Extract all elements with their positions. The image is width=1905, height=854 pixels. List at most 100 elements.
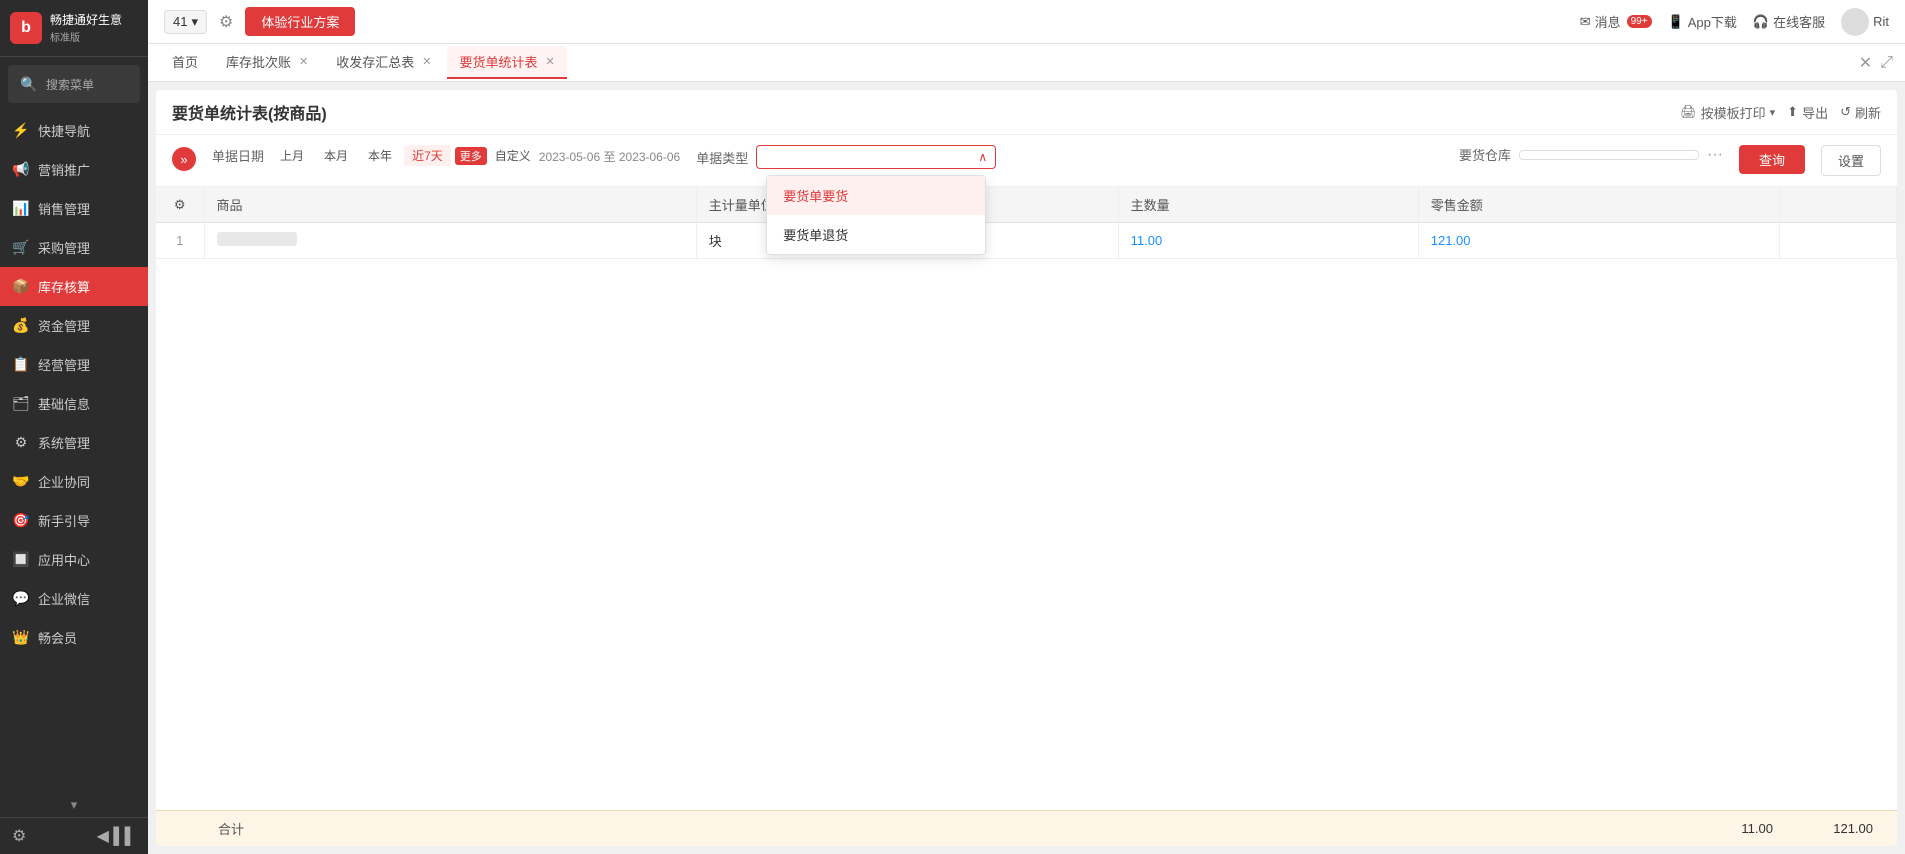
- tab-receive-summary-close[interactable]: ✕: [422, 55, 431, 68]
- sidebar-search[interactable]: 🔍 搜索菜单: [8, 65, 140, 103]
- operations-icon: 📋: [12, 356, 30, 374]
- customer-service-item[interactable]: 🎧 在线客服: [1753, 12, 1825, 31]
- user-item[interactable]: Rit: [1841, 8, 1889, 36]
- sidebar-item-wechat[interactable]: 💬 企业微信: [0, 579, 148, 618]
- app-download-item[interactable]: 📱 App下载: [1668, 12, 1737, 31]
- warehouse-select[interactable]: [1519, 150, 1699, 160]
- sidebar-search-label: 搜索菜单: [46, 76, 94, 93]
- app-center-icon: 🔲: [12, 551, 30, 569]
- sidebar-settings-icon[interactable]: ⚙: [12, 826, 26, 846]
- sidebar-item-label: 企业微信: [38, 589, 90, 608]
- warehouse-filter-group: 要货仓库 ···: [1459, 145, 1723, 164]
- sidebar-item-label: 营销推广: [38, 160, 90, 179]
- sidebar-item-marketing[interactable]: 📢 营销推广: [0, 150, 148, 189]
- export-label: 导出: [1802, 103, 1828, 122]
- shortcut-this-month[interactable]: 本月: [316, 145, 356, 166]
- tab-home[interactable]: 首页: [160, 46, 210, 79]
- sidebar-item-guide[interactable]: 🎯 新手引导: [0, 501, 148, 540]
- row-amount: 121.00: [1418, 223, 1779, 259]
- dropdown-item-0[interactable]: 要货单要货: [767, 176, 985, 215]
- sidebar-item-base[interactable]: 🗂 基础信息: [0, 384, 148, 423]
- table-header-row: ⚙ 商品 主计量单位 主数量 零售金额: [156, 187, 1897, 223]
- refresh-icon: ↺: [1840, 104, 1851, 120]
- tab-batch-account-close[interactable]: ✕: [299, 55, 308, 68]
- company-dropdown-icon: ▾: [191, 14, 198, 30]
- type-dropdown: 要货单要货 要货单退货: [766, 175, 986, 255]
- shortcut-this-year[interactable]: 本年: [360, 145, 400, 166]
- finance-icon: 💰: [12, 317, 30, 335]
- page-actions: 🖨 按模板打印 ▾ ⬆ 导出 ↺ 刷新: [1680, 103, 1881, 122]
- custom-date-button[interactable]: 自定义: [495, 147, 531, 164]
- purchase-icon: 🛒: [12, 239, 30, 257]
- settings-button[interactable]: 设置: [1821, 145, 1881, 176]
- sidebar-item-member[interactable]: 👑 畅会员: [0, 618, 148, 657]
- sidebar-item-finance[interactable]: 💰 资金管理: [0, 306, 148, 345]
- print-action[interactable]: 🖨 按模板打印 ▾: [1680, 103, 1775, 122]
- sidebar-nav: 🔍 搜索菜单 ⚡ 快捷导航 📢 营销推广 📊 销售管理 🛒 采购管理 📦 库存核…: [0, 57, 148, 793]
- export-action[interactable]: ⬆ 导出: [1787, 103, 1828, 122]
- quick-nav-icon: ⚡: [12, 122, 30, 140]
- header-right: ✉ 消息 99+ 📱 App下载 🎧 在线客服 Rit: [1580, 8, 1889, 36]
- date-filter-group: 单据日期 上月 本月 本年 近7天 更多 自定义 2023-05-06 至 20…: [212, 145, 680, 166]
- expand-filter-button[interactable]: »: [172, 147, 196, 171]
- type-filter-label: 单据类型: [696, 148, 748, 167]
- phone-icon: 📱: [1668, 14, 1684, 30]
- filter-more-button[interactable]: ···: [1707, 146, 1723, 164]
- data-table: ⚙ 商品 主计量单位 主数量 零售金额 1: [156, 187, 1897, 259]
- col-quantity: 主数量: [1118, 187, 1418, 223]
- date-range-text: 2023-05-06 至 2023-06-06: [539, 148, 680, 165]
- more-date-badge[interactable]: 更多: [455, 147, 487, 165]
- sidebar-scroll-down[interactable]: ▾: [0, 793, 148, 817]
- col-extra: [1779, 187, 1896, 223]
- sidebar-item-enterprise[interactable]: 🤝 企业协同: [0, 462, 148, 501]
- avatar: [1841, 8, 1869, 36]
- col-amount: 零售金额: [1418, 187, 1779, 223]
- sidebar-item-inventory[interactable]: 📦 库存核算: [0, 267, 148, 306]
- tab-order-summary[interactable]: 要货单统计表 ✕: [447, 46, 566, 79]
- print-label: 按模板打印: [1701, 103, 1766, 122]
- dropdown-item-1[interactable]: 要货单退货: [767, 215, 985, 254]
- query-button[interactable]: 查询: [1739, 145, 1805, 174]
- sales-icon: 📊: [12, 200, 30, 218]
- col-settings[interactable]: ⚙: [156, 187, 204, 223]
- maximize-icon[interactable]: ⤢: [1880, 54, 1893, 72]
- shortcut-7days[interactable]: 近7天: [404, 145, 451, 166]
- sidebar-item-label: 基础信息: [38, 394, 90, 413]
- company-selector[interactable]: 41 ▾: [164, 10, 207, 34]
- page-title: 要货单统计表(按商品): [172, 100, 327, 124]
- app-download-label: App下载: [1688, 12, 1737, 31]
- print-dropdown-icon: ▾: [1770, 106, 1776, 119]
- refresh-action[interactable]: ↺ 刷新: [1840, 103, 1881, 122]
- sidebar-item-label: 新手引导: [38, 511, 90, 530]
- sidebar-item-purchase[interactable]: 🛒 采购管理: [0, 228, 148, 267]
- search-nav-icon: 🔍: [20, 75, 38, 93]
- tab-home-label: 首页: [172, 52, 198, 71]
- sidebar-item-system[interactable]: ⚙ 系统管理: [0, 423, 148, 462]
- guide-icon: 🎯: [12, 512, 30, 530]
- sidebar-item-sales[interactable]: 📊 销售管理: [0, 189, 148, 228]
- total-label: 合计: [168, 819, 244, 838]
- sidebar-collapse-icon[interactable]: ◀ ▌▌: [97, 826, 136, 846]
- shortcut-last-month[interactable]: 上月: [272, 145, 312, 166]
- sidebar-item-quick-nav[interactable]: ⚡ 快捷导航: [0, 111, 148, 150]
- sidebar-item-operations[interactable]: 📋 经营管理: [0, 345, 148, 384]
- col-product: 商品: [204, 187, 696, 223]
- logo-sub: 标准版: [50, 29, 122, 44]
- tab-order-summary-close[interactable]: ✕: [546, 55, 555, 68]
- messages-item[interactable]: ✉ 消息 99+: [1580, 12, 1652, 31]
- tab-receive-summary[interactable]: 收发存汇总表 ✕: [324, 46, 443, 79]
- sidebar-item-label: 快捷导航: [38, 121, 90, 140]
- header-gear-icon[interactable]: ⚙: [219, 12, 233, 32]
- trial-button[interactable]: 体验行业方案: [245, 7, 355, 36]
- tab-batch-account[interactable]: 库存批次账 ✕: [214, 46, 320, 79]
- col-settings-icon: ⚙: [174, 197, 186, 212]
- sidebar-item-label: 系统管理: [38, 433, 90, 452]
- message-icon: ✉: [1580, 14, 1591, 30]
- company-name: 41: [173, 14, 187, 29]
- system-icon: ⚙: [12, 434, 30, 452]
- type-filter-select[interactable]: ∧: [756, 145, 996, 169]
- close-all-tabs-icon[interactable]: ✕: [1859, 53, 1872, 73]
- row-index: 1: [156, 223, 204, 259]
- expand-icon: »: [180, 152, 187, 167]
- sidebar-item-app-center[interactable]: 🔲 应用中心: [0, 540, 148, 579]
